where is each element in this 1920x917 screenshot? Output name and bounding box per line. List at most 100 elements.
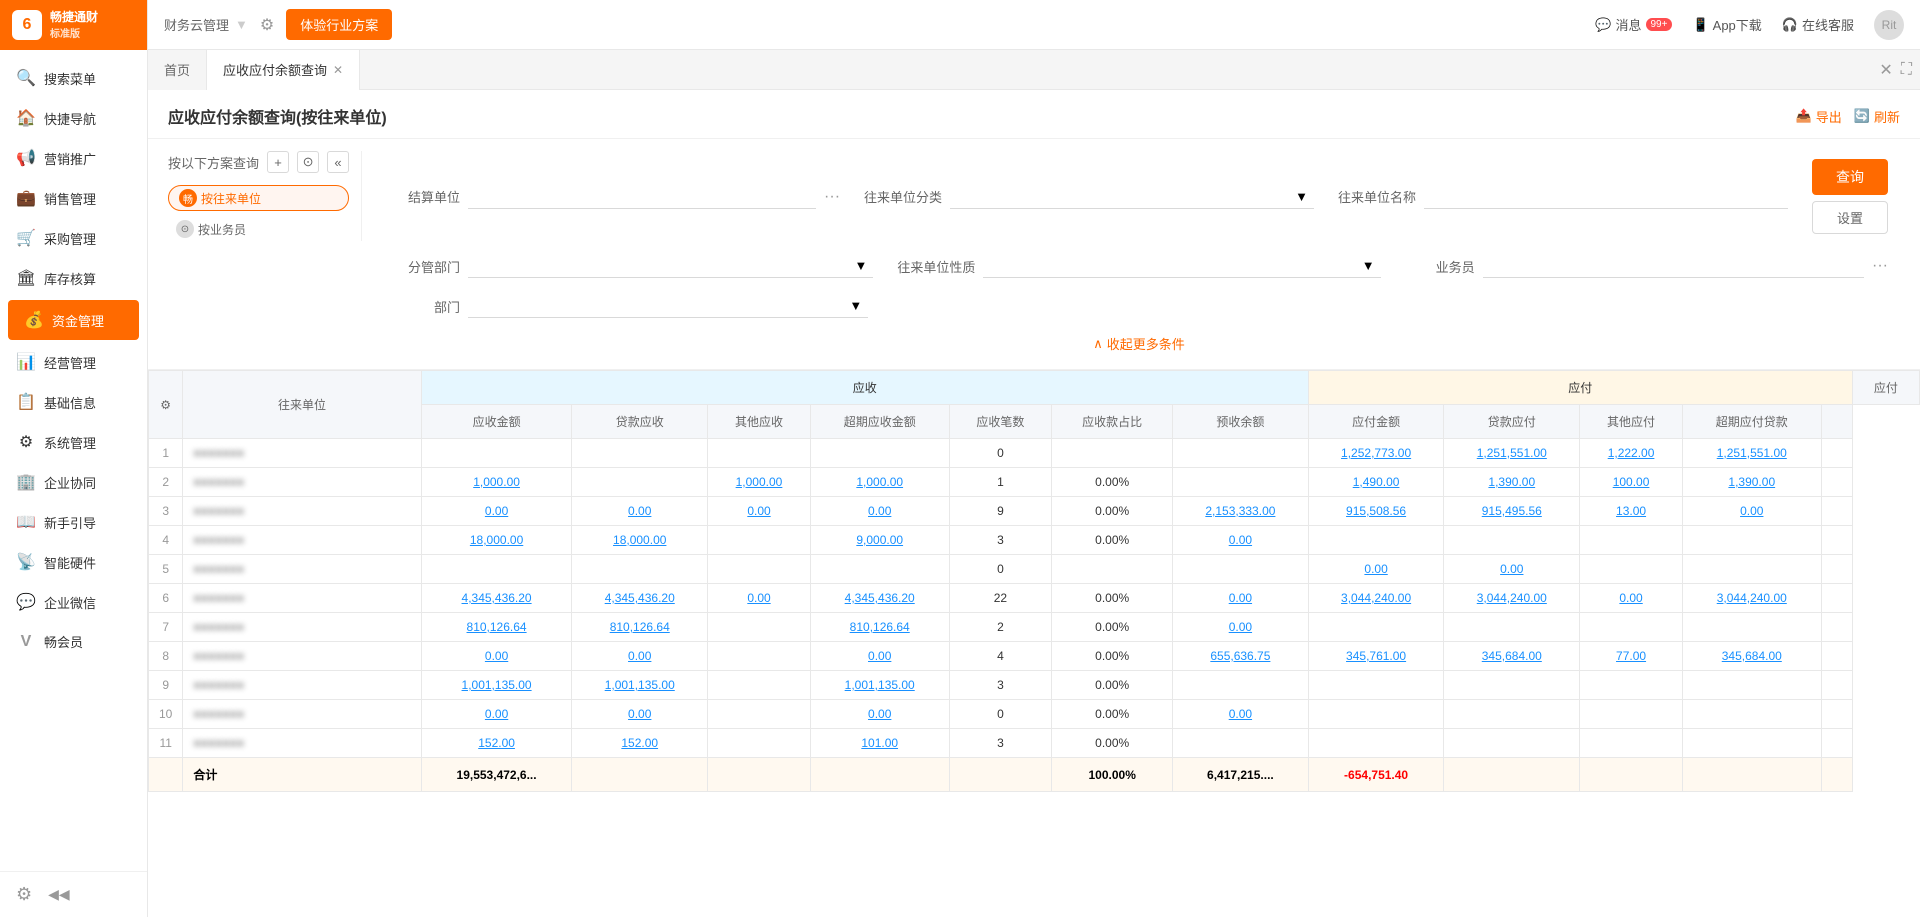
settlement-unit-input[interactable] (468, 185, 816, 209)
hardware-icon: 📡 (16, 552, 36, 572)
tab-expand-icon[interactable]: ⛶ (1901, 61, 1912, 79)
more-scheme-button[interactable]: « (327, 151, 349, 173)
sidebar-label-basic: 基础信息 (44, 393, 96, 412)
tab-close-icon[interactable]: ✕ (333, 63, 343, 77)
settlement-unit-more[interactable]: ··· (824, 188, 840, 206)
partner-cell: ■■■■■■■ (183, 497, 421, 526)
table-row: 2■■■■■■■1,000.001,000.001,000.0010.00%1,… (149, 468, 1920, 497)
collapse-label: 收起更多条件 (1107, 334, 1185, 353)
ar-ratio-header: 应收款占比 (1052, 405, 1173, 439)
refresh-button[interactable]: 🔄 刷新 (1854, 107, 1900, 126)
sidebar-item-hardware[interactable]: 📡 智能硬件 (0, 542, 147, 582)
ar-count-header: 应收笔数 (949, 405, 1052, 439)
data-table: ⚙ 往来单位 应收 应付 应付 应收金额 贷款应收 其他应收 超期应收金额 应收… (148, 370, 1920, 792)
table-row: 5■■■■■■■00.000.00 (149, 555, 1920, 584)
partner-cell: ■■■■■■■ (183, 729, 421, 758)
message-item[interactable]: 💬 消息 99+ (1595, 15, 1672, 34)
logo-name: 畅捷通财 (50, 10, 98, 24)
sidebar-label-guide: 新手引导 (44, 513, 96, 532)
sidebar-item-search[interactable]: 🔍 搜索菜单 (0, 58, 147, 98)
user-name: Rit (1882, 18, 1897, 32)
app-download-item[interactable]: 📱 App下载 (1692, 15, 1761, 34)
member-icon: V (16, 633, 36, 651)
ar-overdue-header: 超期应收金额 (810, 405, 949, 439)
dept-mgr-select[interactable]: ▼ (468, 254, 873, 278)
inventory-icon: 🏛 (16, 268, 36, 288)
dept-label: 部门 (390, 297, 460, 316)
ar-prepay-header: 预收余额 (1173, 405, 1309, 439)
message-label: 消息 (1615, 15, 1641, 34)
sidebar-item-member[interactable]: V 畅会员 (0, 622, 147, 661)
sidebar-item-nav[interactable]: 🏠 快捷导航 (0, 98, 147, 138)
page-title: 应收应付余额查询(按往来单位) (168, 104, 387, 128)
sidebar-label-purchase: 采购管理 (44, 229, 96, 248)
wechat-icon: 💬 (16, 592, 36, 612)
partner-nature-select[interactable]: ▼ (983, 254, 1380, 278)
bottom-settings-icon[interactable]: ⚙ (16, 884, 32, 905)
ap-overdue-header: 超期应付贷款 (1682, 405, 1821, 439)
sidebar-item-wechat[interactable]: 💬 企业微信 (0, 582, 147, 622)
user-avatar[interactable]: Rit (1874, 10, 1904, 40)
tab-close-all-icon[interactable]: ✕ (1879, 60, 1892, 80)
extra-col: 应付 (1852, 371, 1919, 405)
promo-button[interactable]: 体验行业方案 (286, 9, 392, 40)
settings-button[interactable]: 设置 (1812, 201, 1888, 234)
filter-scheme-bar: 按以下方案查询 + ⊙ « (168, 151, 349, 173)
sidebar-item-finance[interactable]: 💰 资金管理 (8, 300, 139, 340)
salesperson-input[interactable] (1483, 254, 1864, 278)
export-icon: 📤 (1796, 108, 1812, 124)
scheme-partner[interactable]: 畅 按往来单位 (168, 185, 349, 211)
sidebar-item-system[interactable]: ⚙ 系统管理 (0, 422, 147, 462)
sidebar-item-corp[interactable]: 🏢 企业协同 (0, 462, 147, 502)
home-icon: 🏠 (16, 108, 36, 128)
scheme-salesperson[interactable]: ⊙ 按业务员 (168, 217, 349, 241)
header-right: 💬 消息 99+ 📱 App下载 🎧 在线客服 Rit (1595, 10, 1904, 40)
export-button[interactable]: 📤 导出 (1796, 107, 1842, 126)
system-icon: ⚙ (16, 432, 36, 452)
online-service-item[interactable]: 🎧 在线客服 (1782, 15, 1854, 34)
field-partner-name: 往来单位名称 (1326, 181, 1800, 213)
search-icon: 🔍 (16, 68, 36, 88)
sidebar-item-guide[interactable]: 📖 新手引导 (0, 502, 147, 542)
partner-cell: ■■■■■■■ (183, 555, 421, 584)
salesperson-more[interactable]: ··· (1872, 257, 1888, 275)
field-partner-nature: 往来单位性质 ▼ (885, 250, 1392, 282)
bottom-collapse-icon[interactable]: ◀◀ (48, 886, 70, 903)
dept-chevron: ▼ (849, 298, 862, 313)
query-button[interactable]: 查询 (1812, 159, 1888, 195)
scheme-partner-icon: 畅 (179, 189, 197, 207)
filter-buttons: 查询 设置 (1800, 151, 1900, 242)
partner-name-input[interactable] (1424, 185, 1788, 209)
partner-category-select[interactable]: ▼ (950, 185, 1314, 209)
sidebar-item-operation[interactable]: 📊 经营管理 (0, 342, 147, 382)
filter-row-2: 分管部门 ▼ 往来单位性质 ▼ 业务员 (378, 250, 1900, 282)
collapse-button[interactable]: ∧ 收起更多条件 (1077, 330, 1201, 357)
sidebar-item-inventory[interactable]: 🏛 库存核算 (0, 258, 147, 298)
ap-extra-header (1821, 405, 1852, 439)
sidebar-item-marketing[interactable]: 📢 营销推广 (0, 138, 147, 178)
online-service-label: 在线客服 (1802, 15, 1854, 34)
edit-scheme-button[interactable]: ⊙ (297, 151, 319, 173)
tab-ar-ap[interactable]: 应收应付余额查询 ✕ (207, 50, 360, 90)
sidebar-bottom: ⚙ ◀◀ (0, 871, 147, 917)
ap-other-header: 其他应付 (1580, 405, 1683, 439)
headset-icon: 🎧 (1782, 17, 1798, 33)
sidebar-item-sales[interactable]: 💼 销售管理 (0, 178, 147, 218)
collapse-icon: ∧ (1093, 336, 1103, 352)
partner-cell: ■■■■■■■ (183, 671, 421, 700)
filter-row-1: 结算单位 ··· 往来单位分类 ▼ 往来单位名称 (378, 151, 1900, 242)
tab-home[interactable]: 首页 (148, 50, 207, 90)
scheme-salesperson-label: 按业务员 (198, 221, 246, 238)
header-gear-icon[interactable]: ⚙ (260, 15, 274, 35)
table-row: 3■■■■■■■0.000.000.000.0090.00%2,153,333.… (149, 497, 1920, 526)
add-scheme-button[interactable]: + (267, 151, 289, 173)
sidebar-item-purchase[interactable]: 🛒 采购管理 (0, 218, 147, 258)
sidebar-item-basic[interactable]: 📋 基础信息 (0, 382, 147, 422)
sidebar-label-corp: 企业协同 (44, 473, 96, 492)
table-container[interactable]: ⚙ 往来单位 应收 应付 应付 应收金额 贷款应收 其他应收 超期应收金额 应收… (148, 370, 1920, 917)
tab-bar-right: ✕ ⛶ (1879, 60, 1920, 80)
table-row: 6■■■■■■■4,345,436.204,345,436.200.004,34… (149, 584, 1920, 613)
dept-mgr-label: 分管部门 (390, 257, 460, 276)
dept-select[interactable]: ▼ (468, 294, 868, 318)
settings-col-header[interactable]: ⚙ (149, 371, 183, 439)
